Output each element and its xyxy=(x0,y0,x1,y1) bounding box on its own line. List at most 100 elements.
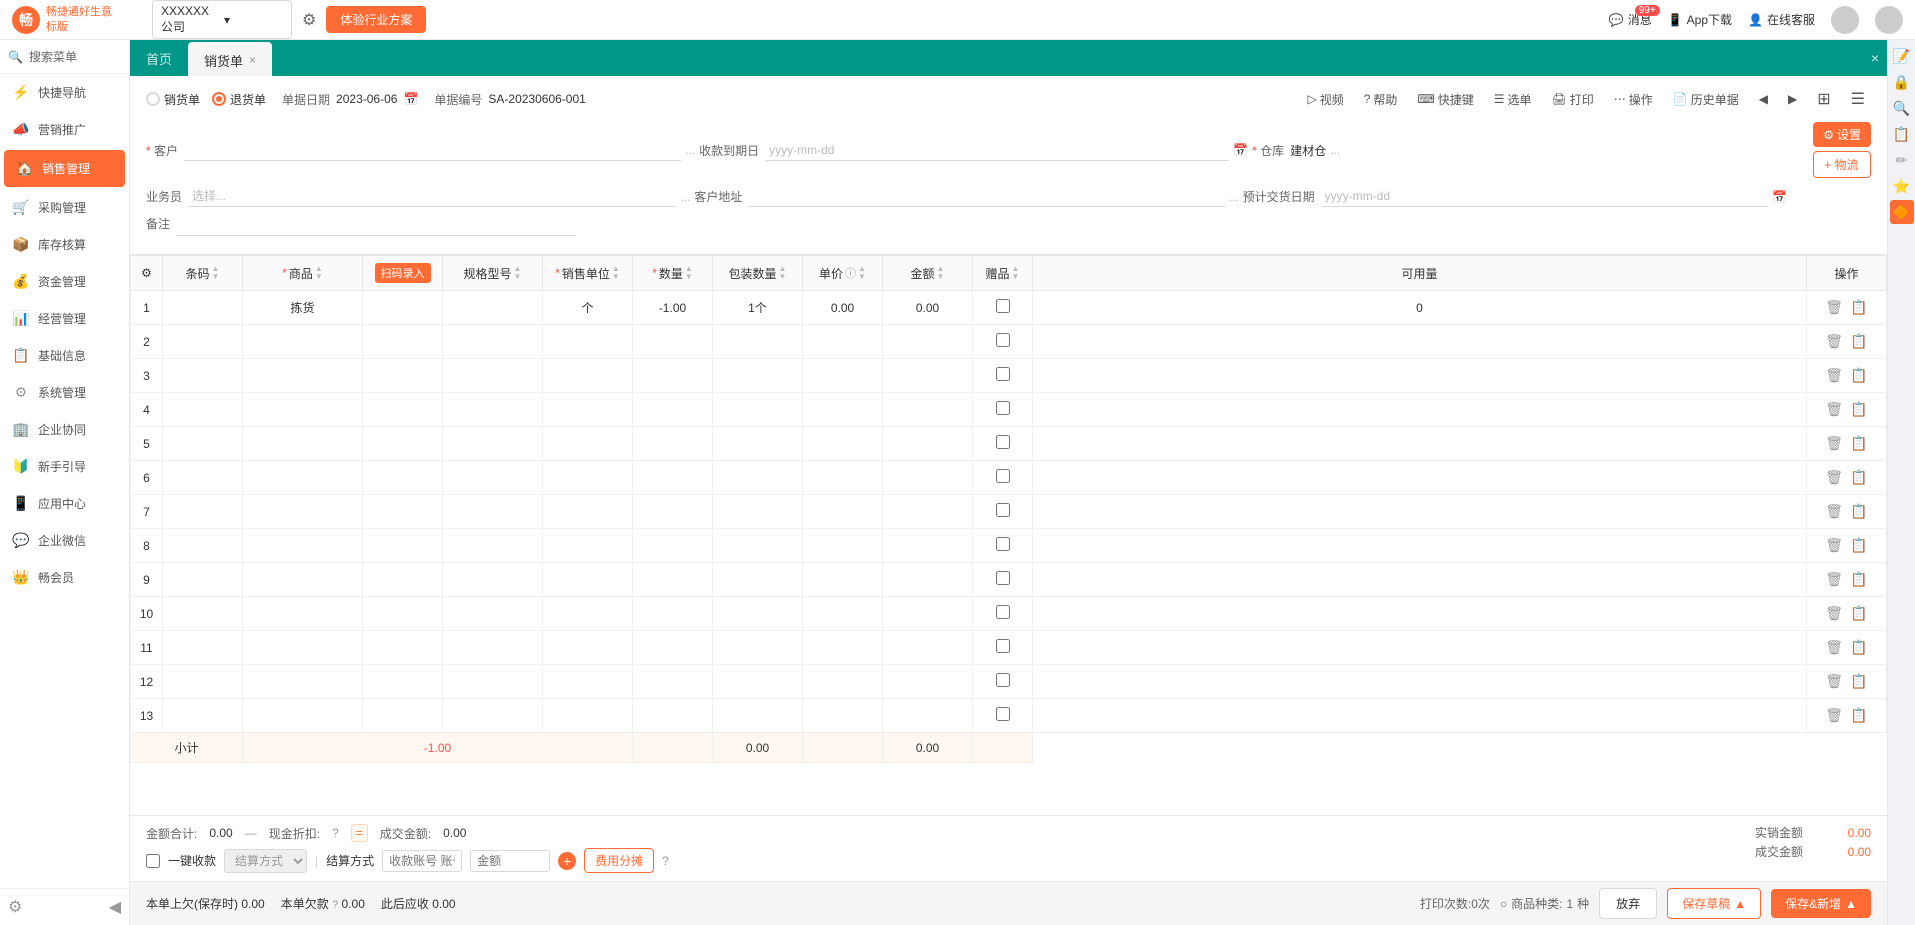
calendar-icon[interactable]: 📅 xyxy=(403,92,418,106)
select-btn[interactable]: ☰ 选单 xyxy=(1488,88,1538,111)
tab-home[interactable]: 首页 xyxy=(130,40,188,76)
sidebar-item-guide[interactable]: 🔰 新手引导 xyxy=(0,448,129,485)
row-unit[interactable] xyxy=(543,529,633,563)
row-product[interactable]: 拣货 xyxy=(243,291,363,325)
copy-row-button[interactable]: 📋 xyxy=(1848,331,1869,352)
sidebar-item-system[interactable]: ⚙ 系统管理 xyxy=(0,374,129,411)
row-unit[interactable] xyxy=(543,597,633,631)
prev-btn[interactable]: ◀ xyxy=(1753,89,1774,109)
row-barcode[interactable] xyxy=(163,325,243,359)
row-spec[interactable] xyxy=(443,563,543,597)
row-price[interactable] xyxy=(803,393,883,427)
add-button[interactable]: + xyxy=(558,852,576,870)
account-input[interactable] xyxy=(382,850,462,872)
delete-row-button[interactable]: 🗑 xyxy=(1823,331,1845,352)
row-gift[interactable] xyxy=(973,359,1033,393)
row-spec[interactable] xyxy=(443,699,543,733)
row-price[interactable] xyxy=(803,699,883,733)
row-barcode[interactable] xyxy=(163,631,243,665)
row-qty[interactable] xyxy=(633,665,713,699)
row-amount[interactable] xyxy=(883,665,973,699)
right-panel-lock-icon[interactable]: 🔒 xyxy=(1890,70,1914,94)
gift-checkbox[interactable] xyxy=(996,605,1010,619)
row-spec[interactable] xyxy=(443,665,543,699)
expense-button[interactable]: 费用分摊 xyxy=(584,848,654,873)
gift-checkbox[interactable] xyxy=(996,537,1010,551)
row-unit[interactable] xyxy=(543,495,633,529)
delete-row-button[interactable]: 🗑 xyxy=(1823,569,1845,590)
sidebar-item-operations[interactable]: 📊 经营管理 xyxy=(0,300,129,337)
row-gift[interactable] xyxy=(973,325,1033,359)
row-price[interactable] xyxy=(803,597,883,631)
delete-row-button[interactable]: 🗑 xyxy=(1823,671,1845,692)
row-barcode[interactable] xyxy=(163,393,243,427)
row-price[interactable] xyxy=(803,461,883,495)
row-gift[interactable] xyxy=(973,631,1033,665)
gift-checkbox[interactable] xyxy=(996,571,1010,585)
discard-button[interactable]: 放弃 xyxy=(1599,888,1657,919)
delete-row-button[interactable]: 🗑 xyxy=(1823,365,1845,386)
row-unit[interactable] xyxy=(543,461,633,495)
sidebar-item-appstore[interactable]: 📱 应用中心 xyxy=(0,485,129,522)
row-qty[interactable] xyxy=(633,495,713,529)
row-qty[interactable] xyxy=(633,393,713,427)
row-product[interactable] xyxy=(243,665,363,699)
row-gift[interactable] xyxy=(973,699,1033,733)
gift-checkbox[interactable] xyxy=(996,673,1010,687)
row-gift[interactable] xyxy=(973,393,1033,427)
row-product[interactable] xyxy=(243,461,363,495)
row-qty[interactable] xyxy=(633,461,713,495)
row-pkg-qty[interactable] xyxy=(713,393,803,427)
row-unit[interactable] xyxy=(543,563,633,597)
row-qty[interactable] xyxy=(633,597,713,631)
row-unit[interactable] xyxy=(543,359,633,393)
row-barcode[interactable] xyxy=(163,699,243,733)
settings-button[interactable]: ⚙ 设置 xyxy=(1813,122,1871,147)
gift-checkbox[interactable] xyxy=(996,503,1010,517)
row-amount[interactable] xyxy=(883,393,973,427)
history-btn[interactable]: 📄 历史单据 xyxy=(1667,88,1745,111)
copy-row-button[interactable]: 📋 xyxy=(1848,671,1869,692)
row-spec[interactable] xyxy=(443,427,543,461)
row-amount[interactable] xyxy=(883,597,973,631)
save-new-button[interactable]: 保存&新增 ▲ xyxy=(1771,889,1871,918)
delivery-date-input[interactable] xyxy=(1321,186,1768,207)
app-download-button[interactable]: 📱 App下载 xyxy=(1668,11,1732,28)
customer-dots[interactable]: ... xyxy=(681,143,699,157)
address-dots[interactable]: ... xyxy=(1225,190,1243,204)
radio-sales[interactable]: 销货单 xyxy=(146,91,200,108)
row-qty[interactable] xyxy=(633,529,713,563)
payment-calendar-icon[interactable]: 📅 xyxy=(1229,143,1252,157)
row-gift[interactable] xyxy=(973,665,1033,699)
delete-row-button[interactable]: 🗑 xyxy=(1823,535,1845,556)
sidebar-item-finance[interactable]: 💰 资金管理 xyxy=(0,263,129,300)
salesperson-input[interactable] xyxy=(188,186,676,207)
sidebar-settings-icon[interactable]: ⚙ xyxy=(8,897,22,917)
shortcut-btn[interactable]: ⌨ 快捷键 xyxy=(1411,88,1479,111)
row-qty[interactable] xyxy=(633,359,713,393)
th-scan[interactable]: 扫码录入 xyxy=(363,256,443,291)
operate-btn[interactable]: ⋯ 操作 xyxy=(1608,88,1659,111)
tab-sales-order[interactable]: 销货单 × xyxy=(188,42,272,78)
help-btn[interactable]: ? 帮助 xyxy=(1358,88,1404,111)
row-product[interactable] xyxy=(243,529,363,563)
row-amount[interactable]: 0.00 xyxy=(883,291,973,325)
copy-row-button[interactable]: 📋 xyxy=(1848,569,1869,590)
row-pkg-qty[interactable] xyxy=(713,597,803,631)
copy-row-button[interactable]: 📋 xyxy=(1848,637,1869,658)
salesperson-dots[interactable]: ... xyxy=(676,190,694,204)
gift-checkbox[interactable] xyxy=(996,299,1010,313)
video-btn[interactable]: ▷ 视频 xyxy=(1301,88,1349,111)
row-unit[interactable] xyxy=(543,631,633,665)
row-spec[interactable] xyxy=(443,529,543,563)
row-unit[interactable] xyxy=(543,665,633,699)
row-price[interactable] xyxy=(803,325,883,359)
close-all-icon[interactable]: × xyxy=(1871,50,1887,66)
row-pkg-qty[interactable] xyxy=(713,325,803,359)
delete-row-button[interactable]: 🗑 xyxy=(1823,399,1845,420)
delete-row-button[interactable]: 🗑 xyxy=(1823,433,1845,454)
debt-help-icon[interactable]: ? xyxy=(332,899,338,911)
gift-checkbox[interactable] xyxy=(996,707,1010,721)
row-spec[interactable] xyxy=(443,393,543,427)
row-gift[interactable] xyxy=(973,495,1033,529)
